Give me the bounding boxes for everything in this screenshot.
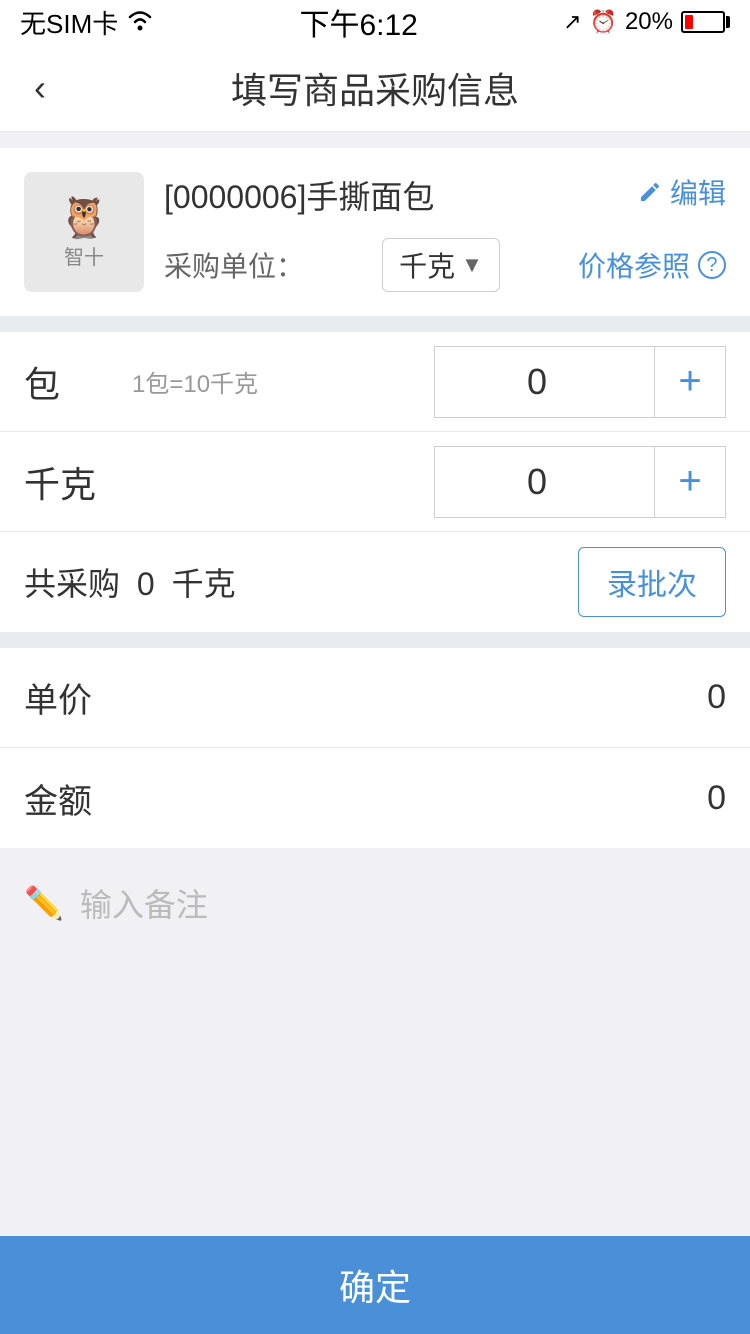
- amount-value: 0: [707, 779, 726, 818]
- amount-label: 金额: [24, 774, 92, 823]
- alarm-icon: ⏰: [590, 9, 617, 35]
- unit-value: 千克: [399, 245, 455, 285]
- total-prefix: 共采购: [24, 566, 120, 602]
- bottom-spacer: [0, 958, 750, 1278]
- total-label: 共采购 0 千克: [24, 559, 236, 605]
- bag-sub-label: 1包=10千克: [132, 364, 258, 399]
- total-unit: 千克: [172, 566, 236, 602]
- product-name-row: [0000006]手撕面包 编辑: [164, 172, 726, 218]
- unit-price-row: 单价 0: [0, 648, 750, 748]
- bag-input-row: 包 1包=10千克 +: [0, 332, 750, 432]
- edit-label: 编辑: [670, 172, 726, 212]
- kg-quantity-input[interactable]: [434, 446, 654, 518]
- status-bar: 无SIM卡 下午6:12 ↗ ⏰ 20%: [0, 0, 750, 44]
- unit-price-label: 单价: [24, 673, 92, 722]
- status-time: 下午6:12: [299, 0, 417, 44]
- price-ref-help-icon: ?: [698, 251, 726, 279]
- section-divider-1: [0, 316, 750, 332]
- kg-plus-button[interactable]: +: [654, 446, 726, 518]
- product-logo-text: 智十: [64, 241, 104, 270]
- status-right: ↗ ⏰ 20%: [563, 8, 730, 36]
- purchase-unit-row: 采购单位： 千克 ▼ 价格参照 ?: [164, 238, 726, 292]
- location-icon: ↗: [563, 9, 581, 35]
- bag-plus-button[interactable]: +: [654, 346, 726, 418]
- carrier-text: 无SIM卡: [20, 4, 118, 41]
- purchase-unit-label: 采购单位：: [164, 245, 304, 285]
- kg-input-wrapper: +: [434, 446, 726, 518]
- confirm-button[interactable]: 确定: [0, 1236, 750, 1334]
- bag-quantity-input[interactable]: [434, 346, 654, 418]
- page-title: 填写商品采购信息: [231, 62, 519, 114]
- nav-bar: ‹ 填写商品采购信息: [0, 44, 750, 132]
- product-card: 🦉 智十 [0000006]手撕面包 编辑 采购单位： 千克 ▼ 价格参照 ?: [0, 148, 750, 316]
- wifi-icon: [126, 7, 154, 38]
- total-value: 0: [137, 566, 155, 602]
- bag-label: 包: [24, 356, 124, 408]
- quantity-section: 包 1包=10千克 + 千克 +: [0, 332, 750, 532]
- unit-price-value: 0: [707, 678, 726, 717]
- record-batch-button[interactable]: 录批次: [578, 547, 726, 617]
- unit-dropdown-arrow: ▼: [461, 252, 483, 278]
- section-divider-2: [0, 632, 750, 648]
- total-row: 共采购 0 千克 录批次: [0, 532, 750, 632]
- note-section[interactable]: ✏️ 输入备注: [0, 848, 750, 958]
- status-left: 无SIM卡: [20, 4, 154, 41]
- battery-icon: [681, 11, 730, 33]
- edit-button[interactable]: 编辑: [638, 172, 726, 212]
- product-logo: 🦉: [59, 194, 109, 241]
- bag-input-wrapper: +: [434, 346, 726, 418]
- kg-label: 千克: [24, 456, 124, 508]
- product-info: [0000006]手撕面包 编辑 采购单位： 千克 ▼ 价格参照 ?: [164, 172, 726, 292]
- note-placeholder: 输入备注: [80, 880, 208, 926]
- product-image: 🦉 智十: [24, 172, 144, 292]
- price-ref-button[interactable]: 价格参照 ?: [578, 245, 726, 285]
- top-divider: [0, 132, 750, 148]
- amount-row: 金额 0: [0, 748, 750, 848]
- product-name: [0000006]手撕面包: [164, 172, 434, 218]
- kg-input-row: 千克 +: [0, 432, 750, 532]
- total-section: 共采购 0 千克 录批次: [0, 532, 750, 632]
- price-ref-label: 价格参照: [578, 245, 690, 285]
- price-section: 单价 0 金额 0: [0, 648, 750, 848]
- pencil-icon: ✏️: [24, 884, 64, 922]
- back-button[interactable]: ‹: [24, 57, 56, 119]
- battery-percent: 20%: [625, 8, 673, 36]
- unit-select[interactable]: 千克 ▼: [382, 238, 500, 292]
